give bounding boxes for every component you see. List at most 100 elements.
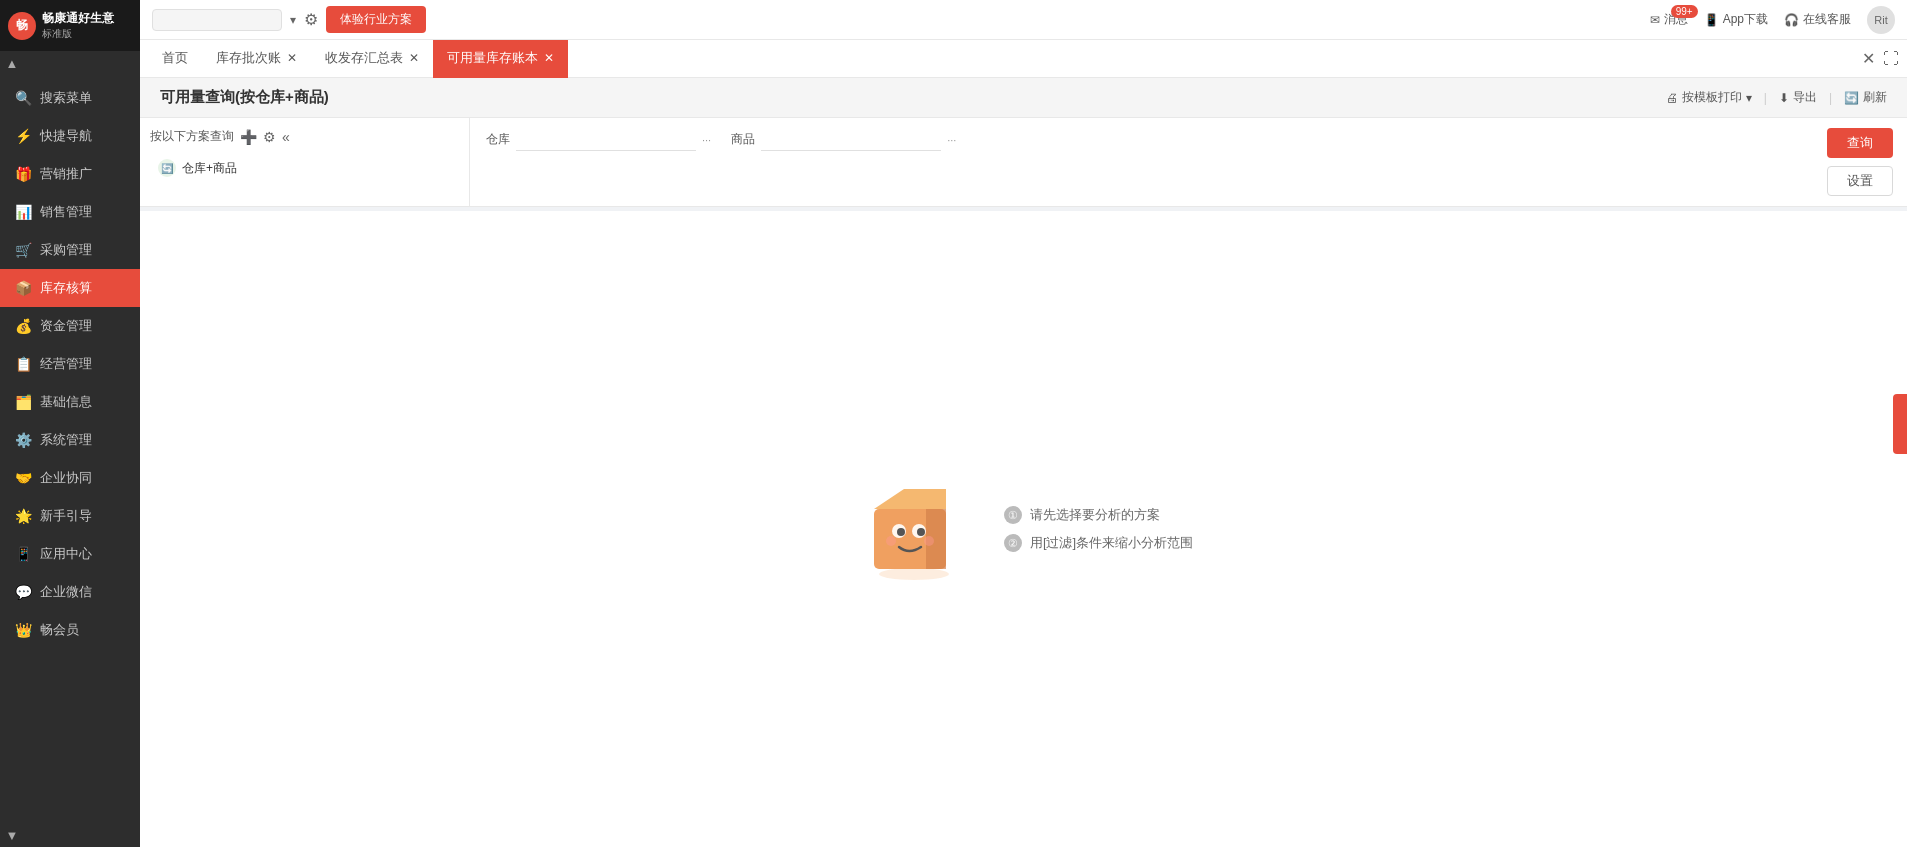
- topbar-app[interactable]: 📱 App下载: [1704, 11, 1768, 28]
- system-icon: ⚙️: [14, 431, 32, 449]
- sidebar: 畅 畅康通好生意 标准版 ▲ 🔍 搜索菜单 ⚡ 快捷导航 🎁 营销推广 📊 销售…: [0, 0, 140, 847]
- tab-available-ledger[interactable]: 可用量库存账本 ✕: [433, 40, 568, 78]
- sidebar-item-app-center[interactable]: 📱 应用中心: [0, 535, 140, 573]
- tab-collect-label: 收发存汇总表: [325, 49, 403, 67]
- sales-icon: 📊: [14, 203, 32, 221]
- sidebar-item-wechat[interactable]: 💬 企业微信: [0, 573, 140, 611]
- svg-marker-2: [874, 489, 946, 509]
- sidebar-logo: 畅: [8, 12, 36, 40]
- svg-point-9: [924, 536, 934, 546]
- sidebar-item-label: 资金管理: [40, 317, 92, 335]
- query-btn[interactable]: 查询: [1827, 128, 1893, 158]
- refresh-label: 刷新: [1863, 89, 1887, 106]
- settings-btn[interactable]: 设置: [1827, 166, 1893, 196]
- sidebar-item-label: 企业协同: [40, 469, 92, 487]
- sidebar-item-label: 营销推广: [40, 165, 92, 183]
- topbar-gear-btn[interactable]: ⚙: [304, 10, 318, 29]
- print-dropdown-icon: ▾: [1746, 91, 1752, 105]
- sidebar-item-operation[interactable]: 📋 经营管理: [0, 345, 140, 383]
- action-divider-2: |: [1829, 91, 1832, 105]
- scheme-settings-btn[interactable]: ⚙: [263, 129, 276, 145]
- operation-icon: 📋: [14, 355, 32, 373]
- newbie-icon: 🌟: [14, 507, 32, 525]
- sidebar-scroll-down[interactable]: ▼: [0, 823, 24, 847]
- sidebar-item-label: 企业微信: [40, 583, 92, 601]
- sidebar-item-search[interactable]: 🔍 搜索菜单: [0, 79, 140, 117]
- export-btn[interactable]: ⬇ 导出: [1779, 89, 1817, 106]
- warehouse-more-btn[interactable]: ···: [702, 134, 711, 146]
- sidebar-item-system[interactable]: ⚙️ 系统管理: [0, 421, 140, 459]
- right-handle[interactable]: [1893, 394, 1907, 454]
- sidebar-item-finance[interactable]: 💰 资金管理: [0, 307, 140, 345]
- wechat-icon: 💬: [14, 583, 32, 601]
- tab-collect-ledger[interactable]: 收发存汇总表 ✕: [311, 40, 433, 78]
- quick-nav-icon: ⚡: [14, 127, 32, 145]
- sidebar-item-member[interactable]: 👑 畅会员: [0, 611, 140, 649]
- topbar-industry-btn[interactable]: 体验行业方案: [326, 6, 426, 33]
- tab-batch-ledger[interactable]: 库存批次账 ✕: [202, 40, 311, 78]
- logo-text: 畅: [16, 17, 28, 34]
- marketing-icon: 🎁: [14, 165, 32, 183]
- tab-collect-close[interactable]: ✕: [409, 52, 419, 64]
- sidebar-item-label: 经营管理: [40, 355, 92, 373]
- sidebar-app-name: 畅康通好生意: [42, 10, 114, 27]
- export-label: 导出: [1793, 89, 1817, 106]
- tab-available-close[interactable]: ✕: [544, 52, 554, 64]
- sidebar-items: 🔍 搜索菜单 ⚡ 快捷导航 🎁 营销推广 📊 销售管理 🛒 采购管理 📦 库存核…: [0, 75, 140, 823]
- svg-point-7: [917, 528, 925, 536]
- tabbar-expand-btn[interactable]: ⛶: [1883, 50, 1899, 68]
- topbar-right: ✉ 消息 99+ 📱 App下载 🎧 在线客服 Rit: [1650, 6, 1895, 34]
- topbar-msg[interactable]: ✉ 消息 99+: [1650, 11, 1688, 28]
- scheme-item-warehouse-product[interactable]: 🔄 仓库+商品: [150, 153, 459, 183]
- search-icon: 🔍: [14, 89, 32, 107]
- hint-text-2: 用[过滤]条件来缩小分析范围: [1030, 534, 1193, 552]
- sidebar-item-marketing[interactable]: 🎁 营销推广: [0, 155, 140, 193]
- empty-hint-1: ① 请先选择要分析的方案: [1004, 506, 1193, 524]
- sidebar-item-basic[interactable]: 🗂️ 基础信息: [0, 383, 140, 421]
- empty-svg: [854, 469, 974, 589]
- sidebar-item-quick-nav[interactable]: ⚡ 快捷导航: [0, 117, 140, 155]
- warehouse-input[interactable]: [516, 128, 696, 151]
- svg-point-8: [886, 536, 896, 546]
- sidebar-item-purchase[interactable]: 🛒 采购管理: [0, 231, 140, 269]
- sidebar-item-label: 系统管理: [40, 431, 92, 449]
- product-more-btn[interactable]: ···: [947, 134, 956, 146]
- sidebar-item-label: 销售管理: [40, 203, 92, 221]
- finance-icon: 💰: [14, 317, 32, 335]
- tab-batch-close[interactable]: ✕: [287, 52, 297, 64]
- empty-illustration: [854, 469, 974, 589]
- inventory-icon: 📦: [14, 279, 32, 297]
- scheme-item-icon: 🔄: [158, 159, 176, 177]
- sidebar-app-version: 标准版: [42, 27, 114, 41]
- sidebar-item-enterprise[interactable]: 🤝 企业协同: [0, 459, 140, 497]
- sidebar-item-inventory[interactable]: 📦 库存核算: [0, 269, 140, 307]
- msg-badge: 99+: [1671, 5, 1698, 18]
- sidebar-item-label: 快捷导航: [40, 127, 92, 145]
- hint-num-2: ②: [1004, 534, 1022, 552]
- sidebar-item-newbie[interactable]: 🌟 新手引导: [0, 497, 140, 535]
- topbar: ▾ ⚙ 体验行业方案 ✉ 消息 99+ 📱 App下载 🎧 在线客服 Rit: [140, 0, 1907, 40]
- query-fields: 仓库 ··· 商品 ···: [470, 118, 1813, 206]
- scheme-add-btn[interactable]: ➕: [240, 129, 257, 145]
- user-name: Rit: [1874, 14, 1887, 26]
- topbar-search-input[interactable]: [152, 9, 282, 31]
- query-actions: 查询 设置: [1813, 118, 1907, 206]
- scheme-collapse-btn[interactable]: «: [282, 129, 290, 145]
- sidebar-item-sales[interactable]: 📊 销售管理: [0, 193, 140, 231]
- product-input[interactable]: [761, 128, 941, 151]
- query-scheme-header: 按以下方案查询 ➕ ⚙ «: [150, 128, 459, 145]
- tab-home[interactable]: 首页: [148, 40, 202, 78]
- print-label: 按模板打印: [1682, 89, 1742, 106]
- svg-point-6: [897, 528, 905, 536]
- refresh-btn[interactable]: 🔄 刷新: [1844, 89, 1887, 106]
- topbar-service[interactable]: 🎧 在线客服: [1784, 11, 1851, 28]
- topbar-dropdown-btn[interactable]: ▾: [290, 13, 296, 27]
- sidebar-scroll-up[interactable]: ▲: [0, 51, 24, 75]
- sidebar-item-label: 新手引导: [40, 507, 92, 525]
- sidebar-item-label: 应用中心: [40, 545, 92, 563]
- tabbar-close-btn[interactable]: ✕: [1862, 49, 1875, 68]
- topbar-avatar[interactable]: Rit: [1867, 6, 1895, 34]
- print-btn[interactable]: 🖨 按模板打印 ▾: [1666, 89, 1752, 106]
- app-label: App下载: [1723, 11, 1768, 28]
- scheme-label: 按以下方案查询: [150, 128, 234, 145]
